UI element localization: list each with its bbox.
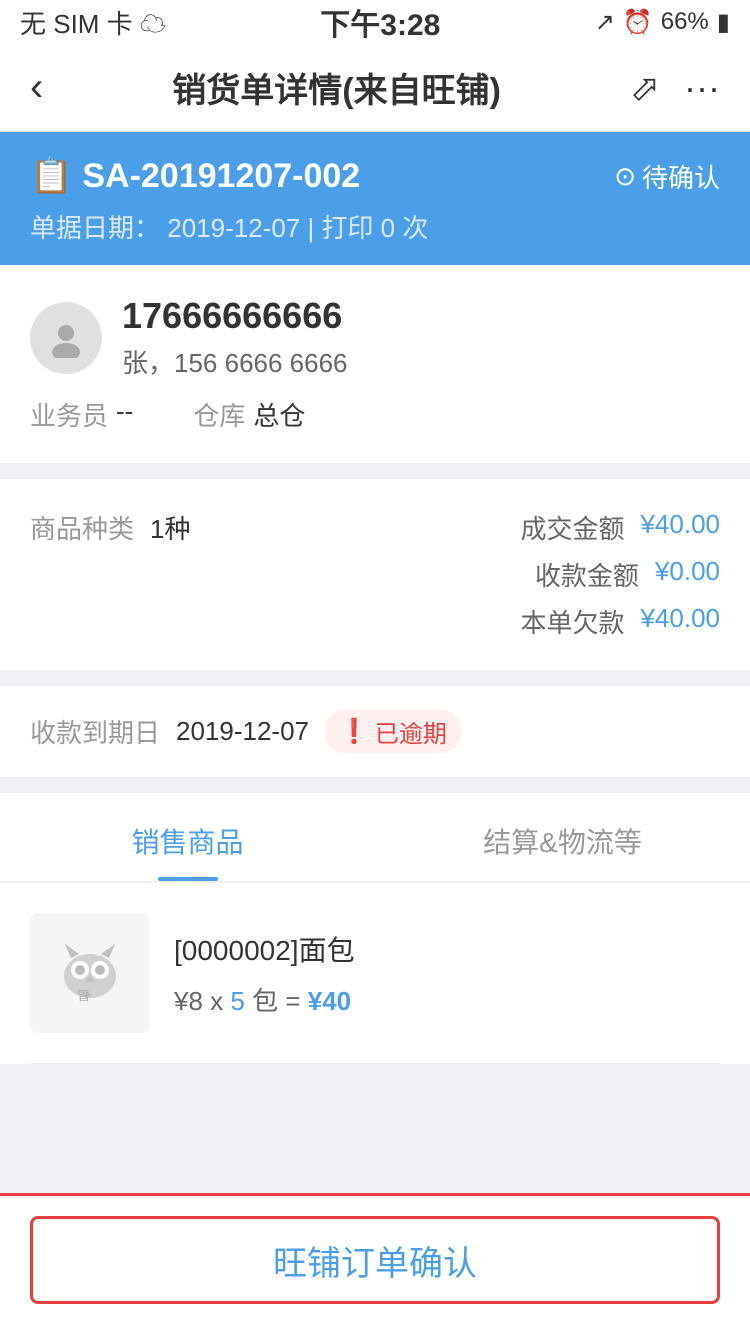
- product-multiply: x: [210, 986, 230, 1016]
- due-label: 收款到期日: [30, 713, 160, 750]
- share-icon[interactable]: ⬀: [630, 67, 660, 109]
- overdue-text: 已逾期: [375, 714, 447, 749]
- overdue-icon: ❗: [339, 717, 369, 746]
- category-section: 商品种类 1种: [30, 509, 190, 546]
- order-header-top: 📋 SA-20191207-002 ⊙ 待确认: [30, 156, 720, 196]
- amount-label-0: 成交金额: [520, 509, 624, 546]
- bottom-bar: 旺铺订单确认: [0, 1193, 750, 1334]
- customer-avatar: [30, 302, 102, 374]
- date-label: 单据日期：: [30, 213, 160, 243]
- customer-phone: 17666666666: [122, 295, 348, 337]
- more-icon[interactable]: ···: [684, 67, 720, 109]
- product-qty: 5: [230, 986, 244, 1016]
- amount-item-2: 本单欠款 ¥40.00: [520, 603, 720, 640]
- sim-status: 无 SIM 卡 ☁: [20, 4, 166, 41]
- product-name: [0000002]面包: [174, 929, 720, 969]
- tab-products[interactable]: 销售商品: [0, 793, 375, 881]
- nav-bar: ‹ 销货单详情(来自旺铺) ⬀ ···: [0, 44, 750, 132]
- battery-icon: ▮: [717, 8, 730, 37]
- amount-value-0: ¥40.00: [640, 509, 720, 546]
- customer-card: 17666666666 张，156 6666 6666 业务员 -- 仓库 总仓: [0, 265, 750, 463]
- order-status: ⊙ 待确认: [614, 158, 720, 195]
- back-button[interactable]: ‹: [30, 65, 43, 110]
- warehouse-meta: 仓库 总仓: [193, 396, 305, 433]
- amount-value-2: ¥40.00: [640, 603, 720, 640]
- page-title: 销货单详情(来自旺铺): [172, 63, 501, 112]
- sales-meta: 业务员 --: [30, 396, 133, 433]
- amount-label-1: 收款金额: [535, 556, 639, 593]
- amount-label-2: 本单欠款: [520, 603, 624, 640]
- order-date-row: 单据日期： 2019-12-07 | 打印 0 次: [30, 208, 720, 245]
- summary-row: 商品种类 1种 成交金额 ¥40.00 收款金额 ¥0.00 本单欠款 ¥40.…: [30, 509, 720, 640]
- tab-products-label: 销售商品: [131, 827, 243, 858]
- product-unit: 包: [252, 986, 278, 1016]
- product-info: [0000002]面包 ¥8 x 5 包 = ¥40: [174, 929, 720, 1018]
- customer-name: 张，156 6666 6666: [122, 343, 348, 380]
- alarm-icon: ⏰: [623, 8, 653, 37]
- due-date-card: 收款到期日 2019-12-07 ❗ 已逾期: [0, 686, 750, 777]
- status-left: 无 SIM 卡 ☁: [20, 4, 166, 41]
- order-id: 📋 SA-20191207-002: [30, 156, 360, 196]
- product-thumbnail: + 管: [30, 913, 150, 1033]
- order-id-text: SA-20191207-002: [82, 157, 360, 196]
- order-header-card: 📋 SA-20191207-002 ⊙ 待确认 单据日期： 2019-12-07…: [0, 132, 750, 265]
- category-label: 商品种类: [30, 509, 134, 546]
- svg-text:管: 管: [77, 988, 90, 1003]
- order-date: 2019-12-07: [167, 213, 300, 243]
- tab-settlement-label: 结算&物流等: [483, 827, 642, 858]
- tabs-container: 销售商品 结算&物流等: [0, 793, 750, 883]
- status-clock-icon: ⊙: [614, 161, 636, 192]
- customer-meta: 业务员 -- 仓库 总仓: [30, 396, 720, 433]
- warehouse-value: 总仓: [253, 396, 305, 433]
- overdue-badge: ❗ 已逾期: [325, 710, 461, 753]
- product-list: + 管 [0000002]面包 ¥8 x 5 包 = ¥40: [0, 883, 750, 1064]
- sales-value: --: [116, 396, 133, 433]
- status-text: 待确认: [642, 158, 720, 195]
- amounts-section: 成交金额 ¥40.00 收款金额 ¥0.00 本单欠款 ¥40.00: [520, 509, 720, 640]
- product-price-row: ¥8 x 5 包 = ¥40: [174, 981, 720, 1018]
- location-icon: ↗: [595, 8, 615, 37]
- status-right: ↗ ⏰ 66% ▮: [595, 8, 730, 37]
- product-total: ¥40: [308, 986, 351, 1016]
- customer-top: 17666666666 张，156 6666 6666: [30, 295, 720, 380]
- amount-value-1: ¥0.00: [655, 556, 720, 593]
- confirm-order-button[interactable]: 旺铺订单确认: [30, 1216, 720, 1304]
- status-bar: 无 SIM 卡 ☁ 下午3:28 ↗ ⏰ 66% ▮: [0, 0, 750, 44]
- product-equals: =: [285, 986, 307, 1016]
- summary-card: 商品种类 1种 成交金额 ¥40.00 收款金额 ¥0.00 本单欠款 ¥40.…: [0, 479, 750, 670]
- product-item: + 管 [0000002]面包 ¥8 x 5 包 = ¥40: [30, 883, 720, 1064]
- product-price: ¥8: [174, 986, 203, 1016]
- due-date-value: 2019-12-07: [176, 716, 309, 747]
- nav-actions: ⬀ ···: [630, 67, 720, 109]
- product-thumb-owl-icon: + 管: [55, 938, 125, 1008]
- amount-item-1: 收款金额 ¥0.00: [535, 556, 720, 593]
- order-id-icon: 📋: [30, 156, 72, 196]
- category-value: 1种: [150, 509, 190, 546]
- status-time: 下午3:28: [320, 0, 440, 44]
- battery-level: 66%: [661, 8, 709, 36]
- sales-label: 业务员: [30, 396, 108, 433]
- warehouse-label: 仓库: [193, 396, 245, 433]
- amount-item-0: 成交金额 ¥40.00: [520, 509, 720, 546]
- customer-info: 17666666666 张，156 6666 6666: [122, 295, 348, 380]
- tab-settlement[interactable]: 结算&物流等: [375, 793, 750, 881]
- print-info: | 打印 0 次: [307, 213, 428, 243]
